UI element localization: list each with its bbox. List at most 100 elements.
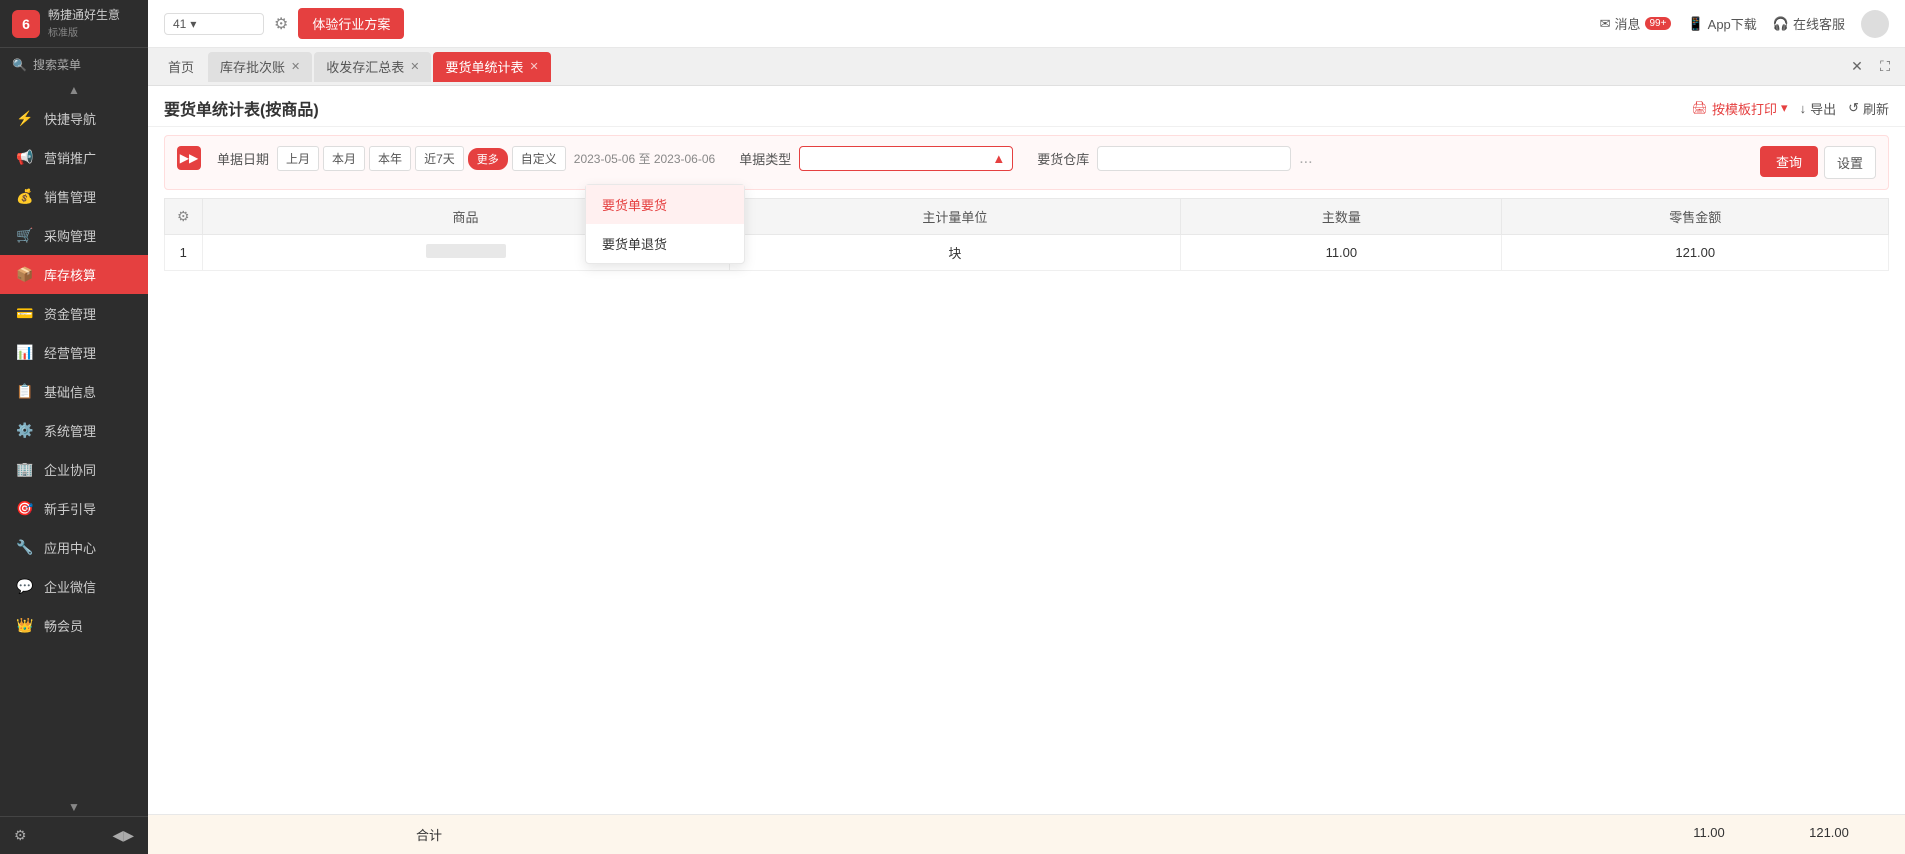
sidebar-nav: ⚡快捷导航 📢 营销推广 💰销售管理🛒采购管理 📦 库存核算 💳资金管理📊经营管理📋基础信息…: [0, 99, 148, 798]
export-btn[interactable]: ↓ 导出: [1800, 99, 1837, 118]
custom-date-btn[interactable]: 自定义: [512, 146, 566, 171]
scroll-up[interactable]: ▲: [0, 81, 148, 99]
app-version: 标准版: [48, 24, 120, 39]
topbar-settings-icon[interactable]: ⚙: [274, 14, 288, 34]
sidebar-item-member[interactable]: 👑畅会员: [0, 606, 148, 645]
search-menu[interactable]: 🔍 搜索菜单: [0, 48, 148, 81]
footer-settings-icon[interactable]: ⚙: [14, 827, 27, 844]
footer-row: 合计 11.00 121.00: [164, 825, 1889, 844]
sidebar-icon-member: 👑: [16, 617, 34, 634]
topbar: 41 ▾ ⚙ 体验行业方案 ✉ 消息 99+ 📱 App下载 🎧 在线客服: [148, 0, 1905, 48]
tab-home[interactable]: 首页: [156, 52, 206, 82]
table-footer: 合计 11.00 121.00: [148, 814, 1905, 854]
settings-button[interactable]: 设置: [1824, 146, 1876, 179]
sidebar-label-marketing: 营销推广: [44, 148, 96, 167]
sidebar-label-purchase: 采购管理: [44, 226, 96, 245]
sidebar-item-inventory[interactable]: 📦 库存核算: [0, 255, 148, 294]
footer-collapse-icon[interactable]: ◀▶: [112, 827, 134, 844]
filter-toggle-btn[interactable]: ▶▶: [177, 146, 201, 170]
query-button[interactable]: 查询: [1760, 146, 1818, 177]
app-download-label: App下载: [1708, 14, 1757, 33]
page-header: 要货单统计表(按商品) 🖨 按模板打印 ▾ ↓ 导出 ↺ 刷新: [148, 86, 1905, 127]
sidebar-item-appstore[interactable]: 🔧 应用中心: [0, 528, 148, 567]
tab-close-receive-summary[interactable]: ✕: [410, 60, 419, 73]
expand-tab-btn[interactable]: ⛶: [1873, 55, 1897, 79]
tab-close-batch-account[interactable]: ✕: [291, 60, 300, 73]
tab-receive-summary[interactable]: 收发存汇总表 ✕: [314, 52, 431, 82]
tab-label-home: 首页: [168, 57, 194, 76]
app-name: 畅捷通好生意: [48, 8, 120, 24]
last-7days-btn[interactable]: 近7天: [415, 146, 464, 171]
sidebar-item-guide[interactable]: 🎯新手引导: [0, 489, 148, 528]
sidebar-icon-inventory: 📦: [16, 266, 34, 283]
footer-total-amount: 121.00: [1769, 825, 1889, 844]
close-tab-btn[interactable]: ✕: [1845, 55, 1869, 79]
tab-close-order-stats[interactable]: ✕: [530, 60, 539, 73]
sidebar-item-wechat[interactable]: 💬企业微信: [0, 567, 148, 606]
this-year-btn[interactable]: 本年: [369, 146, 411, 171]
sidebar-label-quick-nav: 快捷导航: [44, 109, 96, 128]
messages-btn[interactable]: ✉ 消息 99+: [1600, 14, 1672, 33]
print-label: 按模板打印: [1712, 99, 1777, 118]
tabs-actions: ✕ ⛶: [1845, 55, 1897, 79]
company-selector[interactable]: 41 ▾: [164, 13, 264, 35]
print-btn[interactable]: 🖨 按模板打印 ▾: [1692, 99, 1788, 118]
refresh-btn[interactable]: ↺ 刷新: [1848, 99, 1889, 118]
tab-batch-account[interactable]: 库存批次账✕: [208, 52, 312, 82]
sidebar-label-enterprise: 企业协同: [44, 460, 96, 479]
page-title: 要货单统计表(按商品): [164, 96, 319, 120]
sidebar-label-system: 系统管理: [44, 421, 96, 440]
this-month-btn[interactable]: 本月: [323, 146, 365, 171]
sidebar-icon-appstore: 🔧: [16, 539, 34, 556]
app-download-btn[interactable]: 📱 App下载: [1687, 14, 1756, 33]
sidebar-icon-enterprise: 🏢: [16, 461, 34, 478]
user-avatar[interactable]: [1861, 10, 1889, 38]
dropdown-item-order-purchase[interactable]: 要货单要货: [586, 185, 744, 224]
row-amount: 121.00: [1502, 235, 1889, 271]
sidebar-icon-basic: 📋: [16, 383, 34, 400]
dropdown-item-order-return[interactable]: 要货单退货: [586, 224, 744, 263]
export-icon: ↓: [1800, 101, 1807, 116]
warehouse-input[interactable]: [1097, 146, 1291, 171]
headset-icon: 🎧: [1773, 16, 1789, 32]
print-icon: 🖨: [1692, 100, 1709, 116]
sidebar-icon-finance: 💳: [16, 305, 34, 322]
sidebar-item-operation[interactable]: 📊经营管理: [0, 333, 148, 372]
sidebar-label-wechat: 企业微信: [44, 577, 96, 596]
sidebar-label-appstore: 应用中心: [44, 538, 96, 557]
sidebar-item-enterprise[interactable]: 🏢 企业协同: [0, 450, 148, 489]
sidebar-item-basic[interactable]: 📋基础信息: [0, 372, 148, 411]
table-container: ⚙ 商品 主计量单位 主数量 零售金额 1 块 11.00 121.00: [148, 198, 1905, 814]
col-settings: ⚙: [165, 199, 203, 235]
messages-label: 消息: [1614, 14, 1640, 33]
sidebar-item-system[interactable]: ⚙️系统管理: [0, 411, 148, 450]
online-service-label: 在线客服: [1793, 14, 1845, 33]
column-settings-icon[interactable]: ⚙: [177, 208, 190, 224]
scroll-down[interactable]: ▼: [0, 798, 148, 816]
row-index: 1: [165, 235, 203, 271]
sidebar-icon-marketing: 📢: [16, 149, 34, 166]
sidebar-item-quick-nav[interactable]: ⚡快捷导航: [0, 99, 148, 138]
type-select-input[interactable]: [799, 146, 1013, 171]
messages-badge: 99+: [1645, 17, 1672, 30]
tab-order-stats[interactable]: 要货单统计表 ✕: [433, 52, 550, 82]
sidebar-label-guide: 新手引导: [44, 499, 96, 518]
sidebar-item-finance[interactable]: 💳资金管理: [0, 294, 148, 333]
data-table: ⚙ 商品 主计量单位 主数量 零售金额 1 块 11.00 121.00: [164, 198, 1889, 271]
more-filters-btn[interactable]: ...: [1299, 150, 1312, 168]
table-header-row: ⚙ 商品 主计量单位 主数量 零售金额: [165, 199, 1889, 235]
table-body: 1 块 11.00 121.00: [165, 235, 1889, 271]
table-row: 1 块 11.00 121.00: [165, 235, 1889, 271]
sidebar-item-sales[interactable]: 💰销售管理: [0, 177, 148, 216]
tab-label-receive-summary: 收发存汇总表: [326, 57, 404, 76]
trial-button[interactable]: 体验行业方案: [298, 8, 404, 39]
sidebar-item-purchase[interactable]: 🛒采购管理: [0, 216, 148, 255]
sidebar-item-marketing[interactable]: 📢 营销推广: [0, 138, 148, 177]
tab-label-order-stats: 要货单统计表: [445, 57, 523, 76]
online-service-btn[interactable]: 🎧 在线客服: [1773, 14, 1845, 33]
last-month-btn[interactable]: 上月: [277, 146, 319, 171]
refresh-label: 刷新: [1863, 99, 1889, 118]
more-dates-btn[interactable]: 更多: [468, 148, 508, 170]
sidebar-label-inventory: 库存核算: [44, 265, 96, 284]
date-range-display: 2023-05-06 至 2023-06-06: [574, 150, 715, 167]
